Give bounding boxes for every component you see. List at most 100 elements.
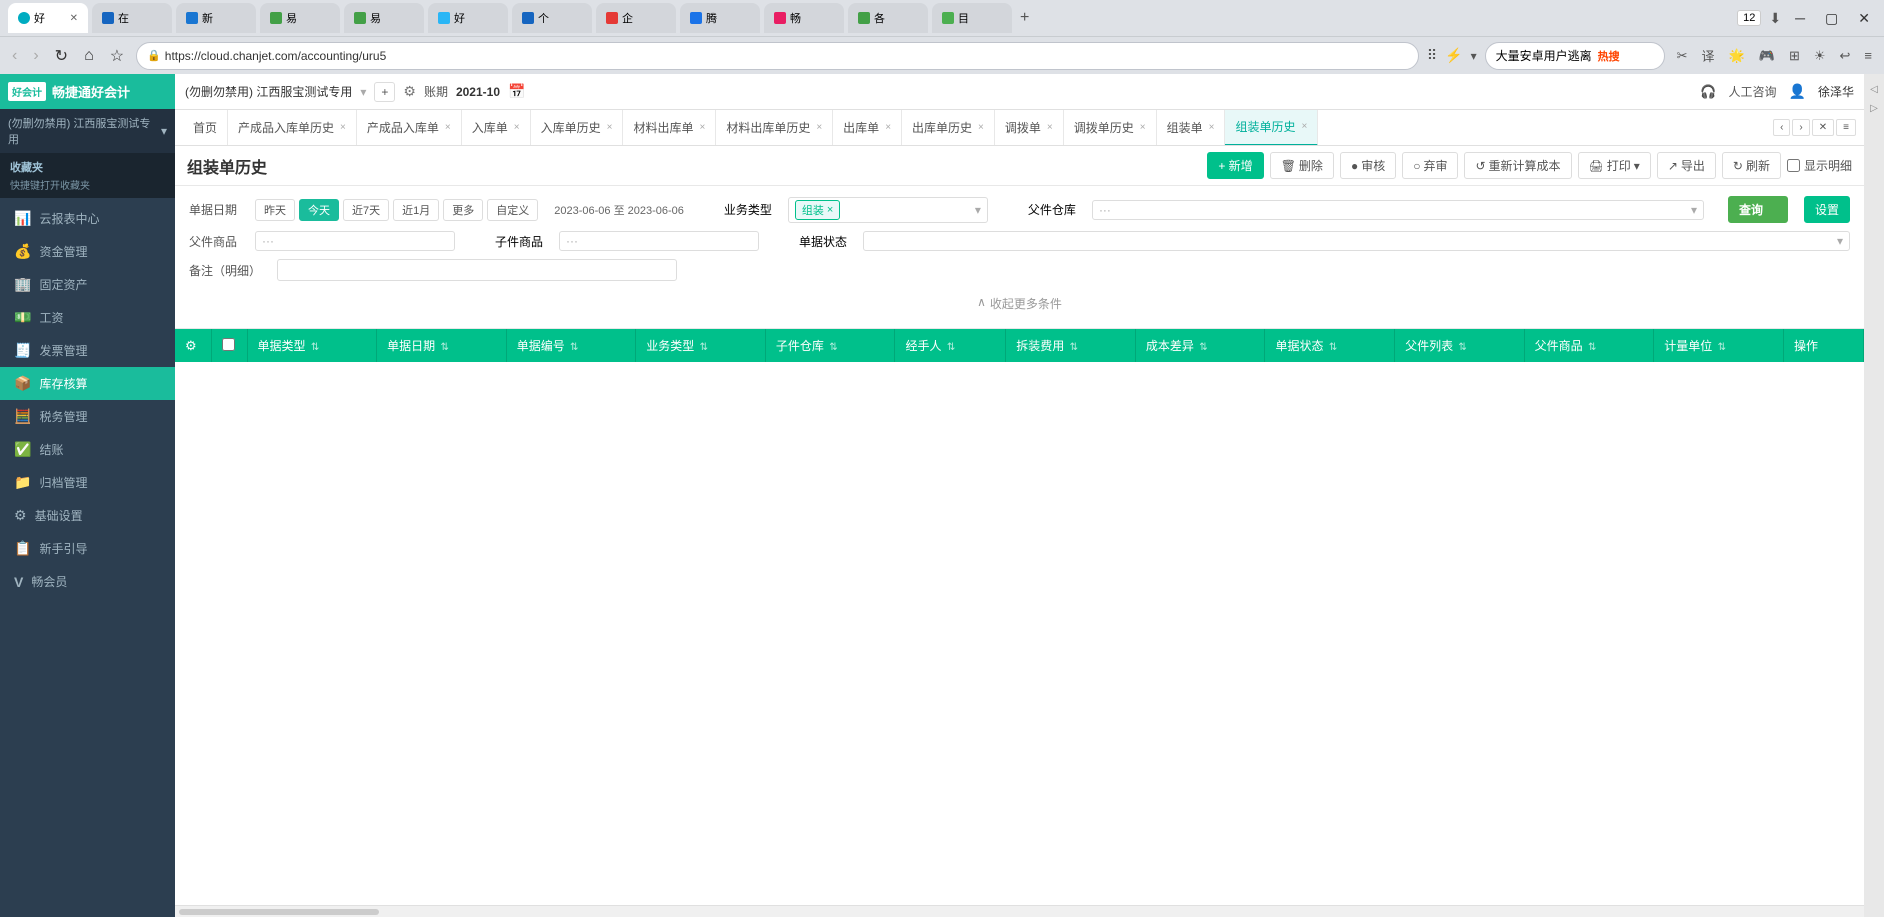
tab-transfer[interactable]: 调拨单 ×	[995, 110, 1064, 146]
close-tab-button[interactable]: ✕	[1812, 119, 1834, 136]
tab-close-icon[interactable]: ×	[885, 122, 891, 133]
col-cost-diff[interactable]: 成本差异 ⇅	[1135, 329, 1265, 362]
tabs-menu-button[interactable]: ≡	[1836, 119, 1856, 136]
biz-type-dropdown[interactable]: ▾	[975, 203, 981, 217]
sun-icon[interactable]: ☀	[1810, 46, 1830, 66]
sidebar-item-invoice[interactable]: 🧾 发票管理	[0, 334, 175, 367]
sidebar-item-tax[interactable]: 🧮 税务管理	[0, 400, 175, 433]
sidebar-item-fund[interactable]: 💰 资金管理	[0, 235, 175, 268]
settings-button[interactable]: 设置	[1804, 196, 1850, 223]
company-dropdown-icon[interactable]: ▾	[161, 124, 167, 138]
status-input[interactable]: ▾	[863, 231, 1850, 251]
sidebar-item-archive[interactable]: 📁 归档管理	[0, 466, 175, 499]
sidebar-item-inventory[interactable]: 📦 库存核算	[0, 367, 175, 400]
custom-btn[interactable]: 自定义	[487, 199, 538, 221]
print-button[interactable]: 🖨 打印 ▾	[1578, 152, 1651, 179]
col-settings[interactable]: ⚙	[175, 329, 211, 362]
tabs-scroll-right[interactable]: ›	[1792, 119, 1809, 136]
col-checkbox-header[interactable]	[211, 329, 247, 362]
lightning-icon[interactable]: ⚡	[1445, 47, 1462, 64]
scrollbar-thumb[interactable]	[179, 909, 379, 915]
new-tab-button[interactable]: +	[1016, 9, 1033, 27]
browser-tab-chanjet[interactable]: 好 ✕	[8, 3, 88, 33]
minimize-button[interactable]: ─	[1789, 10, 1811, 26]
tab-close-icon[interactable]: ×	[1047, 122, 1053, 133]
scissors-icon[interactable]: ✂	[1673, 46, 1692, 66]
warehouse-dropdown[interactable]: ▾	[1691, 203, 1697, 217]
emoji-icon[interactable]: 🌟	[1725, 46, 1749, 66]
tab-receipt[interactable]: 入库单 ×	[462, 110, 531, 146]
warehouse-ellipsis[interactable]: ···	[1099, 203, 1111, 217]
close-window-button[interactable]: ✕	[1852, 10, 1876, 27]
status-dropdown-arrow[interactable]: ▾	[1837, 234, 1843, 248]
tab-material-issue[interactable]: 材料出库单 ×	[623, 110, 716, 146]
tab-receipt-history[interactable]: 入库单历史 ×	[531, 110, 624, 146]
today-btn[interactable]: 今天	[299, 199, 339, 221]
address-input[interactable]: 🔒 https://cloud.chanjet.com/accounting/u…	[136, 42, 1419, 70]
tab-close-icon[interactable]: ×	[1209, 122, 1215, 133]
tab-home[interactable]: 首页	[183, 110, 228, 146]
tab-close-icon[interactable]: ×	[514, 122, 520, 133]
browser-tab-3[interactable]: 易	[260, 3, 340, 33]
tab-issue[interactable]: 出库单 ×	[833, 110, 902, 146]
col-bill-date[interactable]: 单据日期 ⇅	[377, 329, 507, 362]
company-dropdown-arrow[interactable]: ▾	[360, 85, 366, 99]
tab-close-icon[interactable]: ×	[816, 122, 822, 133]
tab-close-icon[interactable]: ×	[607, 122, 613, 133]
browser-tab-6[interactable]: 个	[512, 3, 592, 33]
tab-close-icon[interactable]: ×	[1140, 122, 1146, 133]
browser-tab-11[interactable]: 各	[848, 3, 928, 33]
forward-button[interactable]: ›	[29, 45, 42, 67]
game-icon[interactable]: 🎮	[1755, 46, 1779, 66]
col-bill-number[interactable]: 单据编号 ⇅	[506, 329, 636, 362]
back-button[interactable]: ‹	[8, 45, 21, 67]
maximize-button[interactable]: ▢	[1819, 10, 1844, 27]
browser-tab-10[interactable]: 畅	[764, 3, 844, 33]
refresh-button-header[interactable]: ↻ 刷新	[1722, 152, 1781, 179]
display-detail-toggle[interactable]: 显示明细	[1787, 157, 1852, 174]
remark-input[interactable]	[277, 259, 677, 281]
new-button[interactable]: + 新增	[1207, 152, 1263, 179]
tab-close-icon[interactable]: ×	[445, 122, 451, 133]
sidebar-item-settings[interactable]: ⚙ 基础设置	[0, 499, 175, 532]
menu-icon[interactable]: ≡	[1860, 46, 1876, 65]
tab-close-icon[interactable]: ✕	[70, 13, 78, 24]
col-bill-type[interactable]: 单据类型 ⇅	[247, 329, 377, 362]
home-button[interactable]: ⌂	[80, 45, 98, 67]
audit-button[interactable]: ● 审核	[1340, 152, 1396, 179]
browser-tab-5[interactable]: 好	[428, 3, 508, 33]
parent-goods-input[interactable]: ···	[255, 231, 455, 251]
bookmark-button[interactable]: ☆	[106, 44, 128, 68]
tab-close-icon[interactable]: ×	[978, 122, 984, 133]
select-all-checkbox[interactable]	[222, 338, 235, 351]
query-button[interactable]: 查询	[1728, 196, 1788, 223]
col-unit[interactable]: 计量单位 ⇅	[1654, 329, 1784, 362]
biz-type-input[interactable]: 组装 × ▾	[788, 197, 988, 223]
display-detail-checkbox[interactable]	[1787, 159, 1800, 172]
browser-tab-7[interactable]: 企	[596, 3, 676, 33]
column-settings-icon[interactable]: ⚙	[185, 338, 197, 353]
qr-code-icon[interactable]: ⠿	[1427, 47, 1437, 64]
gear-icon[interactable]: ⚙	[403, 83, 416, 100]
sidebar-item-member[interactable]: V 畅会员	[0, 565, 175, 598]
tab-close-icon[interactable]: ×	[699, 122, 705, 133]
horizontal-scrollbar[interactable]	[175, 905, 1864, 917]
translate-icon[interactable]: 译	[1698, 44, 1719, 67]
sidebar-item-guide[interactable]: 📋 新手引导	[0, 532, 175, 565]
sidebar-item-fixed-assets[interactable]: 🏢 固定资产	[0, 268, 175, 301]
delete-button[interactable]: 🗑 删除	[1270, 152, 1334, 179]
sidebar-item-closing[interactable]: ✅ 结账	[0, 433, 175, 466]
dropdown-icon[interactable]: ▾	[1471, 49, 1477, 63]
browser-tab-4[interactable]: 易	[344, 3, 424, 33]
col-disassemble-fee[interactable]: 拆装费用 ⇅	[1006, 329, 1136, 362]
sidebar-bookmarks[interactable]: 收藏夹 快捷键打开收藏夹	[0, 153, 175, 198]
browser-tab-9[interactable]: 腾	[680, 3, 760, 33]
col-bill-status[interactable]: 单据状态 ⇅	[1265, 329, 1395, 362]
more-btn[interactable]: 更多	[443, 199, 483, 221]
biz-type-tag-remove[interactable]: ×	[827, 204, 833, 216]
tab-finished-goods-history[interactable]: 产成品入库单历史 ×	[228, 110, 357, 146]
tab-finished-goods[interactable]: 产成品入库单 ×	[357, 110, 462, 146]
tab-close-icon[interactable]: ×	[340, 122, 346, 133]
company-selector[interactable]: (勿删勿禁用) 江西服宝测试专用 ▾	[0, 109, 175, 153]
browser-tab-12[interactable]: 目	[932, 3, 1012, 33]
